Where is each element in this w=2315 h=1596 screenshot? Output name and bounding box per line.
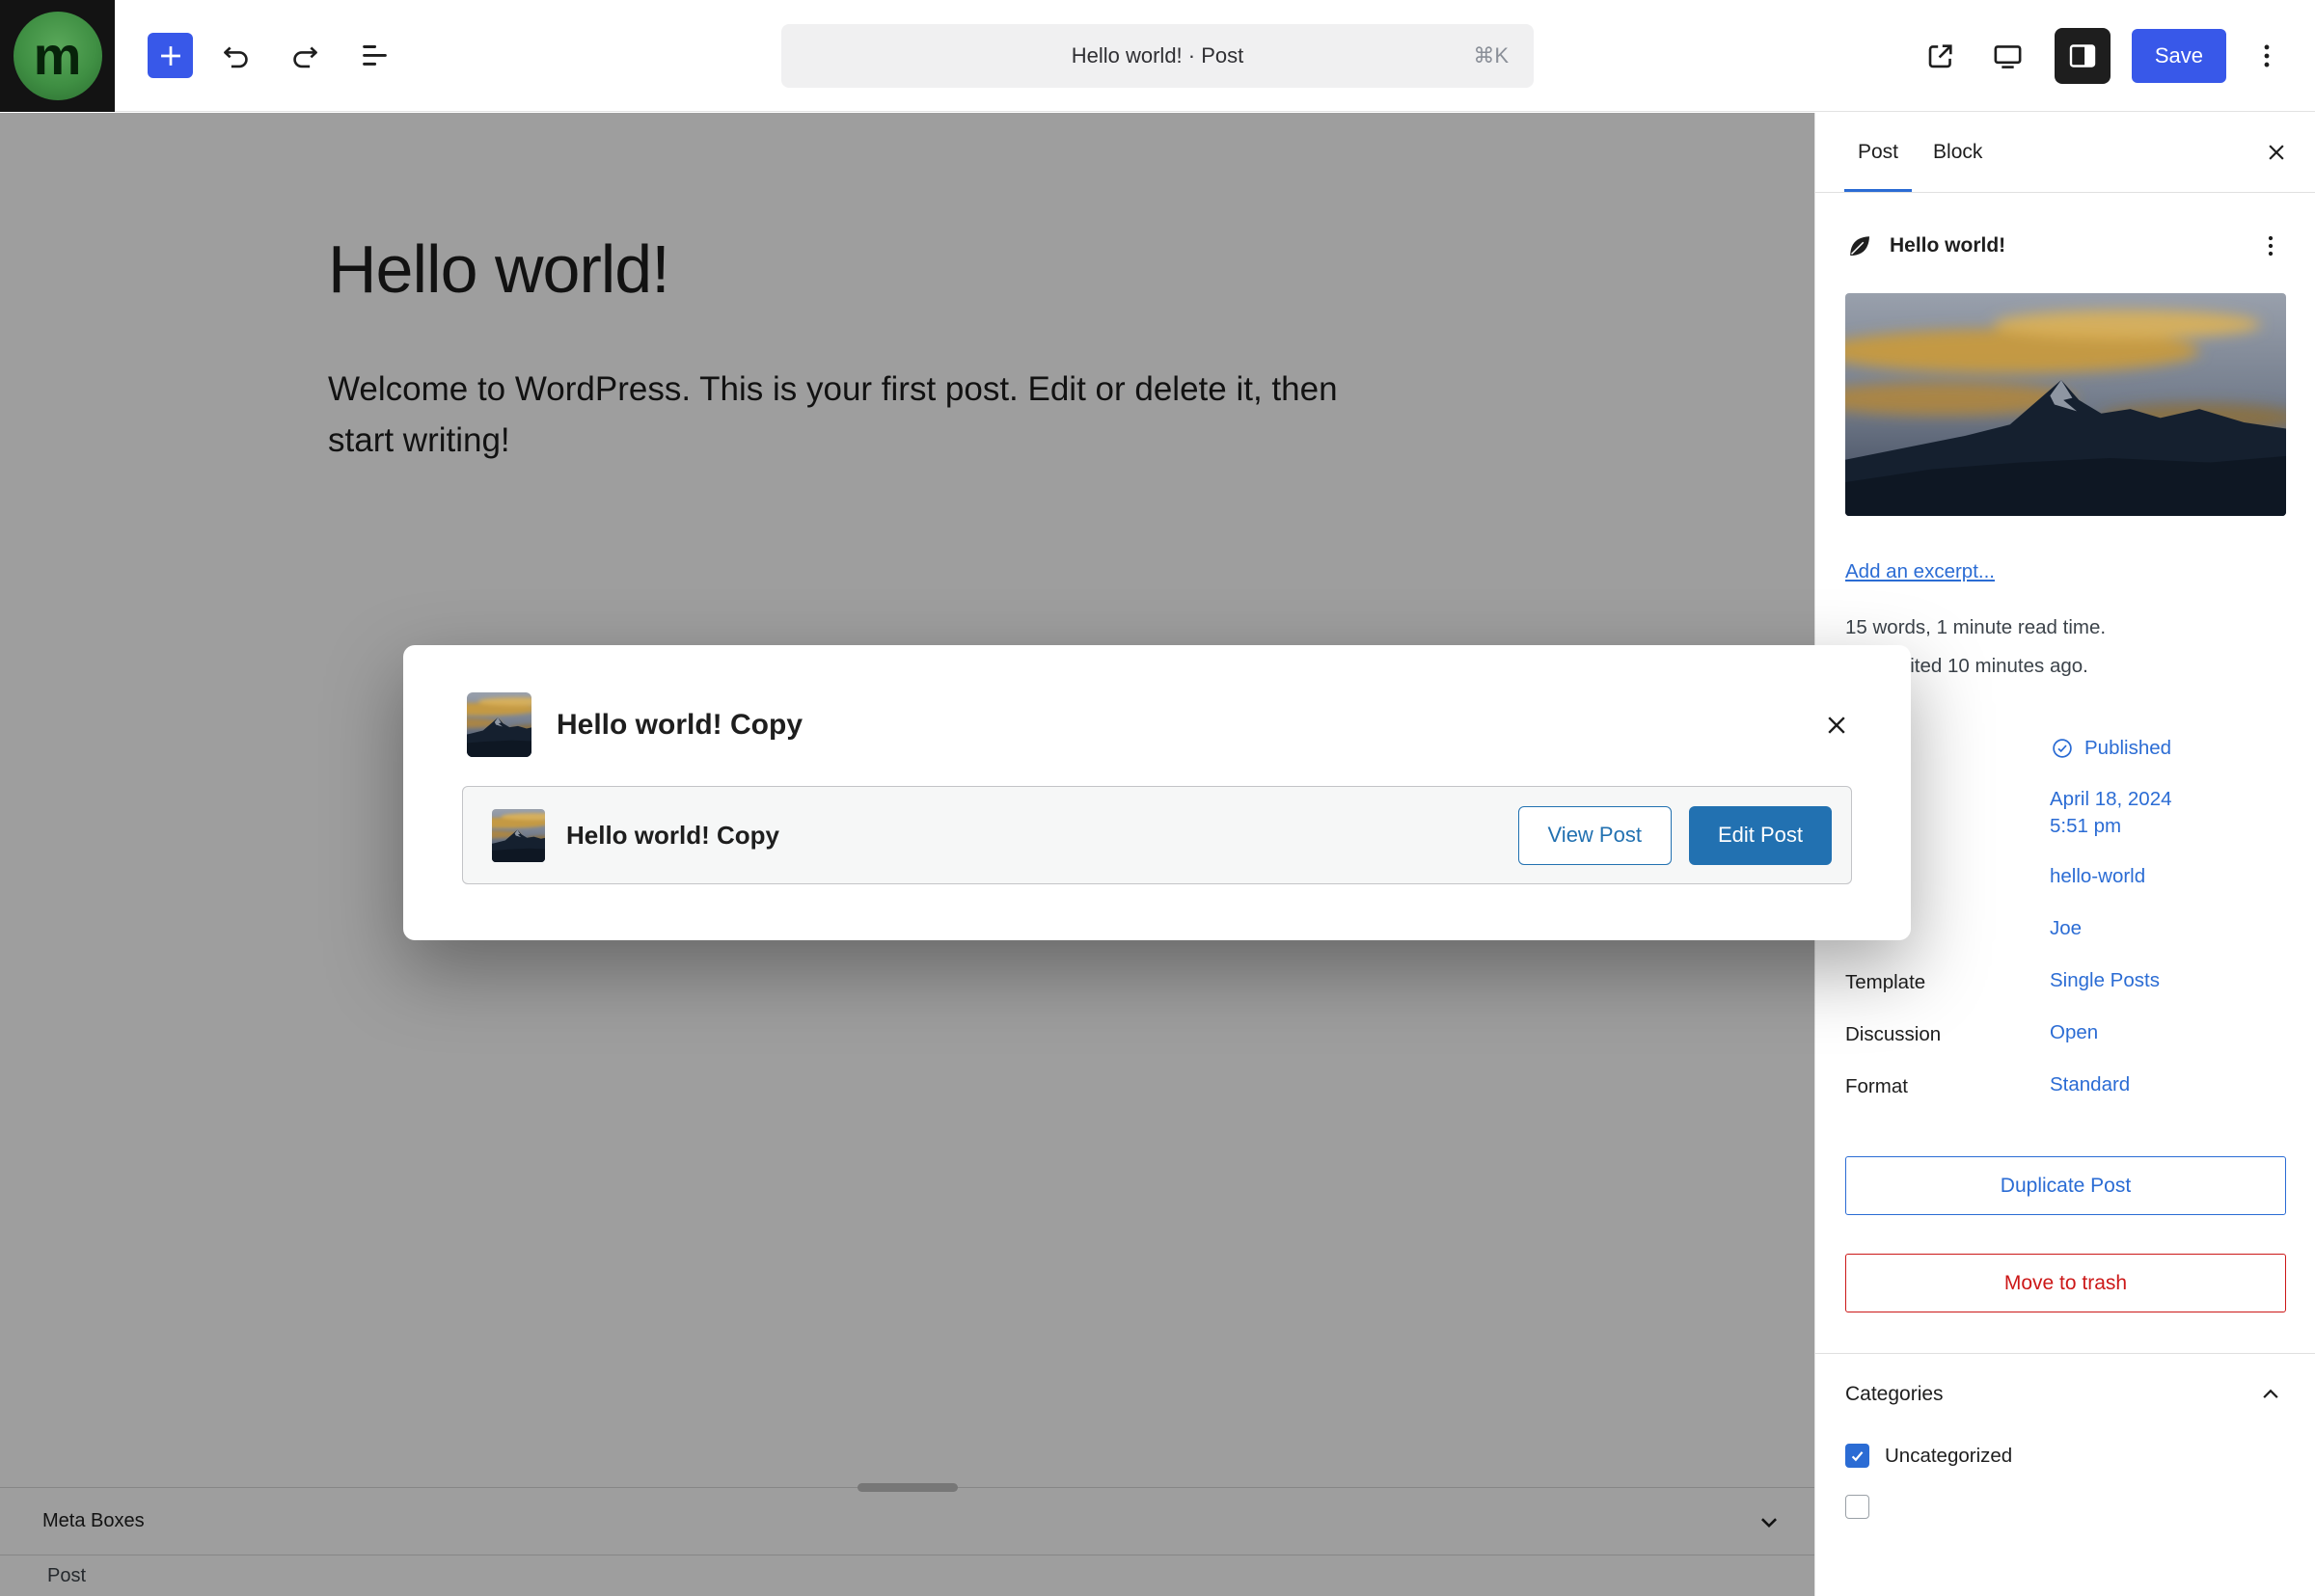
save-button[interactable]: Save [2132, 29, 2226, 83]
tab-block[interactable]: Block [1916, 113, 2000, 192]
row-status: Status Published [1845, 722, 2285, 774]
post-meta-rows: Status Published Publish April 18, 2024 … [1845, 722, 2285, 1112]
row-format-label: Format [1845, 1073, 2050, 1098]
options-menu-button[interactable] [2240, 29, 2294, 83]
row-publish-value[interactable]: April 18, 2024 5:51 pm [2050, 788, 2285, 838]
category-item-uncategorized: Uncategorized [1845, 1444, 2285, 1468]
check-circle-icon [2050, 736, 2075, 761]
category-checkbox-checked[interactable] [1845, 1444, 1869, 1468]
sidebar-panel-icon [2065, 39, 2100, 73]
modal-header: Hello world! Copy [403, 645, 1911, 757]
undo-button[interactable] [208, 29, 262, 83]
row-format: Format Standard [1845, 1060, 2285, 1112]
row-status-value[interactable]: Published [2050, 736, 2285, 761]
preview-button[interactable] [1981, 29, 2035, 83]
undo-icon [218, 38, 254, 73]
modal-post-thumbnail [467, 692, 531, 757]
monitor-icon [1990, 39, 2026, 74]
settings-sidebar-toggle[interactable] [2055, 28, 2111, 84]
document-overview-button[interactable] [347, 29, 401, 83]
duplicate-post-button[interactable]: Duplicate Post [1845, 1156, 2286, 1215]
command-shortcut: ⌘K [1473, 43, 1509, 68]
list-view-icon [357, 38, 393, 73]
chevron-up-icon [2256, 1380, 2285, 1409]
redo-button[interactable] [278, 29, 332, 83]
redo-icon [287, 38, 323, 73]
category-label: Uncategorized [1885, 1445, 2012, 1468]
last-edited-text: Last edited 10 minutes ago. [1845, 655, 2285, 678]
feather-icon [1845, 231, 1874, 260]
row-template: Template Single Posts [1845, 956, 2285, 1008]
categories-panel-header[interactable]: Categories [1845, 1354, 2285, 1409]
row-template-value[interactable]: Single Posts [2050, 969, 2285, 992]
view-post-button[interactable]: View Post [1518, 806, 1672, 865]
publish-date-text: April 18, 2024 [2050, 788, 2172, 810]
post-summary-header: Hello world! [1845, 231, 2285, 260]
row-author-value[interactable]: Joe [2050, 917, 2285, 940]
post-actions-kebab-icon[interactable] [2256, 231, 2285, 260]
duplicate-post-modal: Hello world! Copy Hello world! Copy View… [403, 645, 1911, 940]
site-logo-icon: m [14, 12, 102, 100]
row-post-title: Hello world! Copy [566, 821, 1518, 851]
duplicated-post-row: Hello world! Copy View Post Edit Post [462, 786, 1852, 884]
categories-title: Categories [1845, 1383, 1944, 1406]
row-format-value[interactable]: Standard [2050, 1073, 2285, 1096]
document-title: Hello world! · Post [1072, 43, 1244, 68]
row-discussion: Discussion Open [1845, 1008, 2285, 1060]
close-icon [1820, 709, 1853, 742]
row-discussion-value[interactable]: Open [2050, 1021, 2285, 1044]
row-template-label: Template [1845, 969, 2050, 994]
row-link: Link hello-world [1845, 852, 2285, 904]
editor-topbar: m Hello world! · Post ⌘K [0, 0, 2315, 112]
row-link-value[interactable]: hello-world [2050, 865, 2285, 888]
site-logo[interactable]: m [0, 0, 115, 112]
word-count-text: 15 words, 1 minute read time. [1845, 616, 2285, 639]
featured-image[interactable] [1845, 293, 2286, 516]
block-inserter-button[interactable] [148, 33, 193, 78]
category-checkbox-empty[interactable] [1845, 1495, 1869, 1519]
publish-time-text: 5:51 pm [2050, 815, 2285, 838]
category-item-partial [1845, 1495, 2285, 1519]
command-center-field[interactable]: Hello world! · Post ⌘K [781, 24, 1534, 88]
row-post-thumbnail [492, 809, 545, 862]
row-author: Author Joe [1845, 904, 2285, 956]
modal-close-button[interactable] [1815, 704, 1858, 746]
modal-title: Hello world! Copy [557, 709, 1790, 742]
tab-post[interactable]: Post [1840, 113, 1916, 192]
plus-icon [154, 40, 187, 72]
sidebar-close-button[interactable] [2255, 131, 2298, 174]
check-icon [1848, 1447, 1867, 1466]
edit-post-button[interactable]: Edit Post [1689, 806, 1832, 865]
kebab-menu-icon [2250, 40, 2283, 72]
row-discussion-label: Discussion [1845, 1021, 2050, 1046]
row-publish: Publish April 18, 2024 5:51 pm [1845, 774, 2285, 852]
post-card-title: Hello world! [1890, 234, 2241, 257]
external-link-icon [1922, 39, 1958, 74]
close-icon [2262, 138, 2291, 167]
add-excerpt-link[interactable]: Add an excerpt... [1845, 560, 1995, 583]
view-post-external-button[interactable] [1914, 29, 1968, 83]
move-to-trash-button[interactable]: Move to trash [1845, 1254, 2286, 1312]
sidebar-tabs: Post Block [1815, 113, 2315, 193]
status-value-text: Published [2084, 737, 2171, 760]
